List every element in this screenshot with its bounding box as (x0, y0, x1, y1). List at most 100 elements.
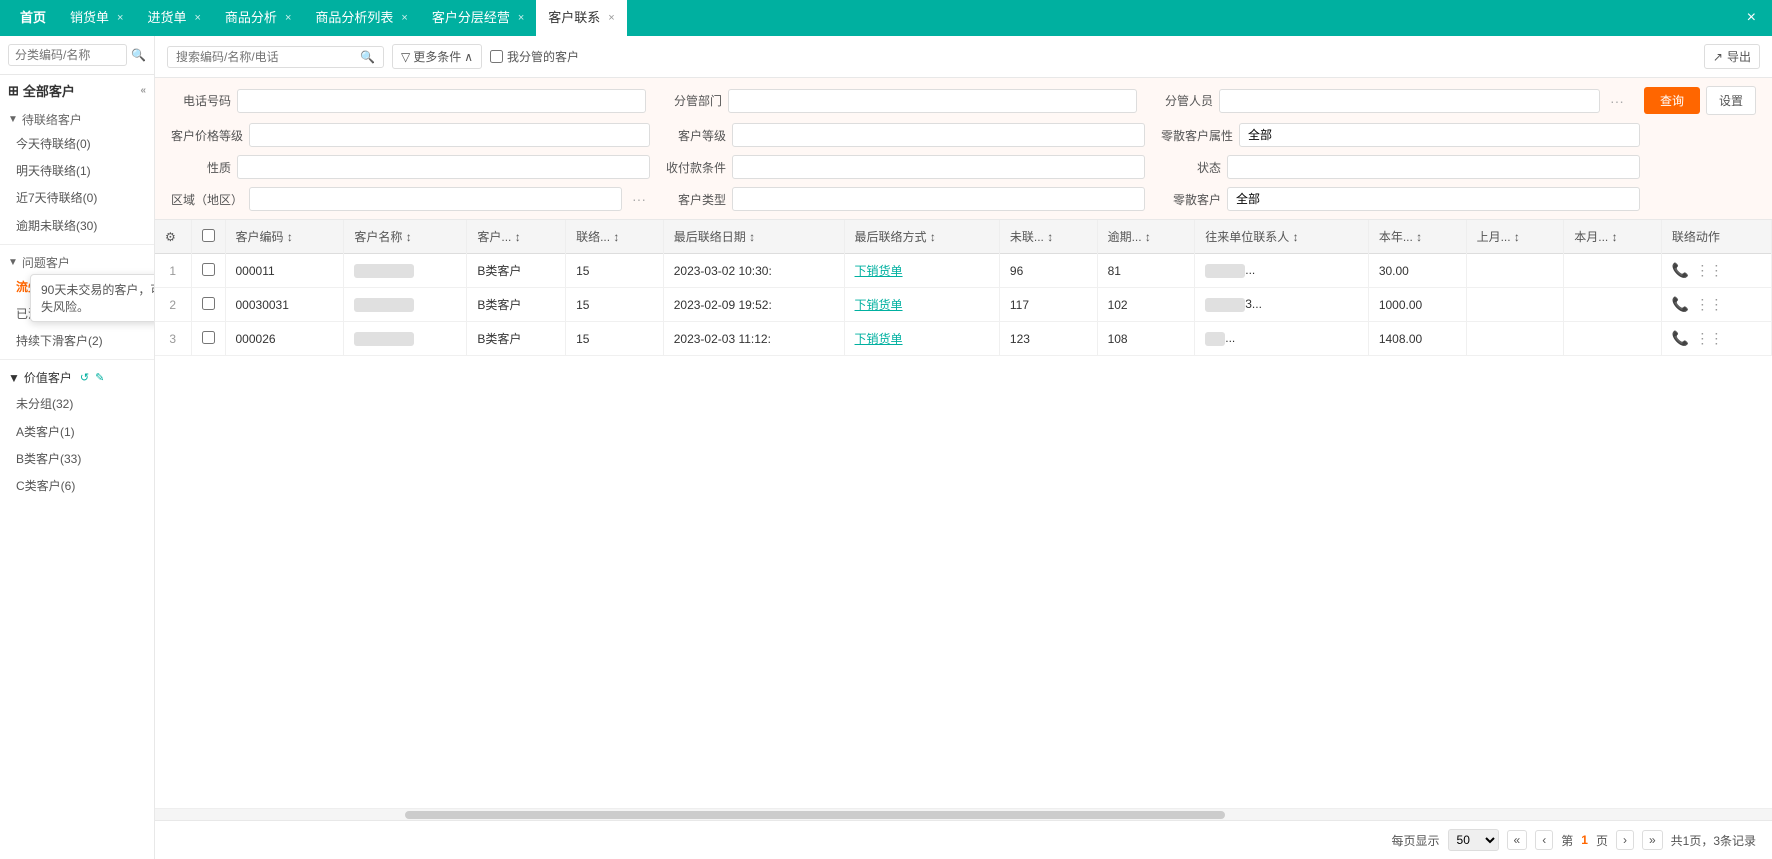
row-checkbox-1[interactable] (202, 263, 215, 276)
filter-payment-select[interactable] (732, 155, 1145, 179)
method-link-2[interactable]: 下销货单 (855, 298, 903, 312)
row-last-date-1: 2023-03-02 10:30: (663, 254, 844, 288)
blurred-contact2-3 (1205, 332, 1225, 346)
filter-price-grade-select[interactable] (249, 123, 650, 147)
horizontal-scrollbar[interactable] (155, 808, 1772, 820)
action-more-icon-3[interactable]: ⋮⋮ (1695, 330, 1723, 347)
row-uncontacted-2: 117 (999, 288, 1097, 322)
close-goods-list-icon[interactable]: × (401, 0, 407, 36)
export-button[interactable]: ↗ 导出 (1704, 44, 1760, 69)
filter-status-select[interactable] (1227, 155, 1640, 179)
sidebar-group-pending[interactable]: ▼ 待联络客户 (0, 106, 154, 131)
col-code[interactable]: 客户编码 ↕ (225, 220, 344, 254)
sidebar-item-a-class[interactable]: A类客户(1) (0, 419, 154, 446)
sidebar-item-7days[interactable]: 近7天待联络(0) (0, 185, 154, 212)
row-name-1 (344, 254, 467, 288)
nav-sales[interactable]: 销货单 × (58, 0, 135, 36)
row-checkbox-2[interactable] (202, 297, 215, 310)
filter-phone-input[interactable] (237, 89, 646, 113)
action-phone-icon-1[interactable]: 📞 (1672, 262, 1689, 279)
prev-page-button[interactable]: ‹ (1535, 830, 1553, 850)
last-page-button[interactable]: » (1642, 830, 1663, 850)
row-action-3: 📞 ⋮⋮ (1661, 322, 1771, 356)
col-contact-num[interactable]: 联络... ↕ (566, 220, 664, 254)
sidebar-group-problem[interactable]: ▼ 问题客户 (0, 249, 154, 274)
value-refresh-icon[interactable]: ↺ (80, 371, 89, 384)
action-more-icon-1[interactable]: ⋮⋮ (1695, 262, 1723, 279)
sidebar-item-today[interactable]: 今天待联络(0) (0, 131, 154, 158)
row-last-month-2 (1466, 288, 1564, 322)
filter-scatter-attr-wrap: 全部 (1239, 123, 1640, 147)
action-more-icon-2[interactable]: ⋮⋮ (1695, 296, 1723, 313)
nav-customer-layer[interactable]: 客户分层经营 × (420, 0, 536, 36)
nav-home[interactable]: 首页 (8, 0, 58, 36)
filter-dept-select[interactable] (728, 89, 1137, 113)
col-this-year[interactable]: 本年... ↕ (1368, 220, 1466, 254)
col-last-date[interactable]: 最后联络日期 ↕ (663, 220, 844, 254)
nav-customer-contact[interactable]: 客户联系 × (536, 0, 626, 36)
col-this-month[interactable]: 本月... ↕ (1564, 220, 1662, 254)
sidebar-item-declining[interactable]: 持续下滑客户(2) (0, 328, 154, 355)
close-sales-icon[interactable]: × (117, 0, 123, 36)
page-size-select[interactable]: 50 100 200 (1448, 829, 1499, 851)
col-settings[interactable]: ⚙ (155, 220, 191, 254)
action-phone-icon-2[interactable]: 📞 (1672, 296, 1689, 313)
sidebar-item-c-class[interactable]: C类客户(6) (0, 473, 154, 500)
col-contact2[interactable]: 往来单位联系人 ↕ (1195, 220, 1369, 254)
filter-person-dots[interactable]: ··· (1606, 93, 1628, 109)
first-page-button[interactable]: « (1507, 830, 1528, 850)
method-link-1[interactable]: 下销货单 (855, 264, 903, 278)
query-button[interactable]: 查询 (1644, 87, 1700, 114)
row-code-1: 000011 (225, 254, 344, 288)
sidebar-all-customers[interactable]: ⊞ 全部客户 « (0, 75, 154, 106)
my-customers-check[interactable] (490, 50, 503, 63)
filter-person-input[interactable] (1219, 89, 1600, 113)
sidebar-collapse-icon[interactable]: « (140, 85, 146, 96)
col-last-month[interactable]: 上月... ↕ (1466, 220, 1564, 254)
close-goods-analysis-icon[interactable]: × (285, 0, 291, 36)
next-page-button[interactable]: › (1616, 830, 1634, 850)
settings-button[interactable]: 设置 (1706, 86, 1756, 115)
table-settings-icon[interactable]: ⚙ (165, 230, 176, 244)
filter-nature-select[interactable] (237, 155, 650, 179)
blurred-name-2 (354, 298, 414, 312)
filter-customer-grade-select[interactable] (732, 123, 1145, 147)
sidebar-item-tomorrow[interactable]: 明天待联络(1) (0, 158, 154, 185)
row-checkbox-3[interactable] (202, 331, 215, 344)
value-edit-icon[interactable]: ✎ (95, 371, 104, 384)
action-phone-icon-3[interactable]: 📞 (1672, 330, 1689, 347)
filter-region-dots[interactable]: ··· (628, 191, 650, 207)
sidebar-item-b-class[interactable]: B类客户(33) (0, 446, 154, 473)
more-filters-button[interactable]: ▽ 更多条件 ∧ (392, 44, 482, 69)
filter-scatter-attr-select[interactable]: 全部 (1239, 123, 1640, 147)
close-customer-layer-icon[interactable]: × (518, 0, 524, 36)
filter-scatter-wrap: 全部 (1227, 187, 1640, 211)
filter-customer-type-select[interactable] (732, 187, 1145, 211)
col-overdue[interactable]: 逾期... ↕ (1097, 220, 1195, 254)
close-purchase-icon[interactable]: × (194, 0, 200, 36)
col-name[interactable]: 客户名称 ↕ (344, 220, 467, 254)
sort-date-icon: ↕ (749, 230, 755, 244)
close-customer-contact-icon[interactable]: × (608, 0, 614, 36)
sidebar-item-ungrouped[interactable]: 未分组(32) (0, 391, 154, 418)
page-label2: 页 (1596, 832, 1608, 849)
my-customers-checkbox[interactable]: 我分管的客户 (490, 48, 579, 65)
filter-region-input[interactable] (249, 187, 622, 211)
row-last-date-2: 2023-02-09 19:52: (663, 288, 844, 322)
filter-scatter-select[interactable]: 全部 (1227, 187, 1640, 211)
nav-goods-analysis[interactable]: 商品分析 × (213, 0, 303, 36)
col-uncontacted[interactable]: 未联... ↕ (999, 220, 1097, 254)
nav-purchase[interactable]: 进货单 × (135, 0, 212, 36)
filter-nature-wrap (237, 155, 650, 179)
search-input[interactable] (176, 50, 356, 64)
sidebar-item-overdue[interactable]: 逾期未联络(30) (0, 213, 154, 240)
method-link-3[interactable]: 下销货单 (855, 332, 903, 346)
select-all-checkbox[interactable] (202, 229, 215, 242)
scroll-thumb[interactable] (405, 811, 1225, 819)
col-type[interactable]: 客户... ↕ (467, 220, 566, 254)
window-close-button[interactable]: × (1739, 9, 1764, 27)
sidebar-group-value[interactable]: ▼ 价值客户 ↺ ✎ (0, 364, 154, 391)
nav-goods-list[interactable]: 商品分析列表 × (303, 0, 419, 36)
col-last-method[interactable]: 最后联络方式 ↕ (844, 220, 999, 254)
sidebar-search-input[interactable] (8, 44, 127, 66)
